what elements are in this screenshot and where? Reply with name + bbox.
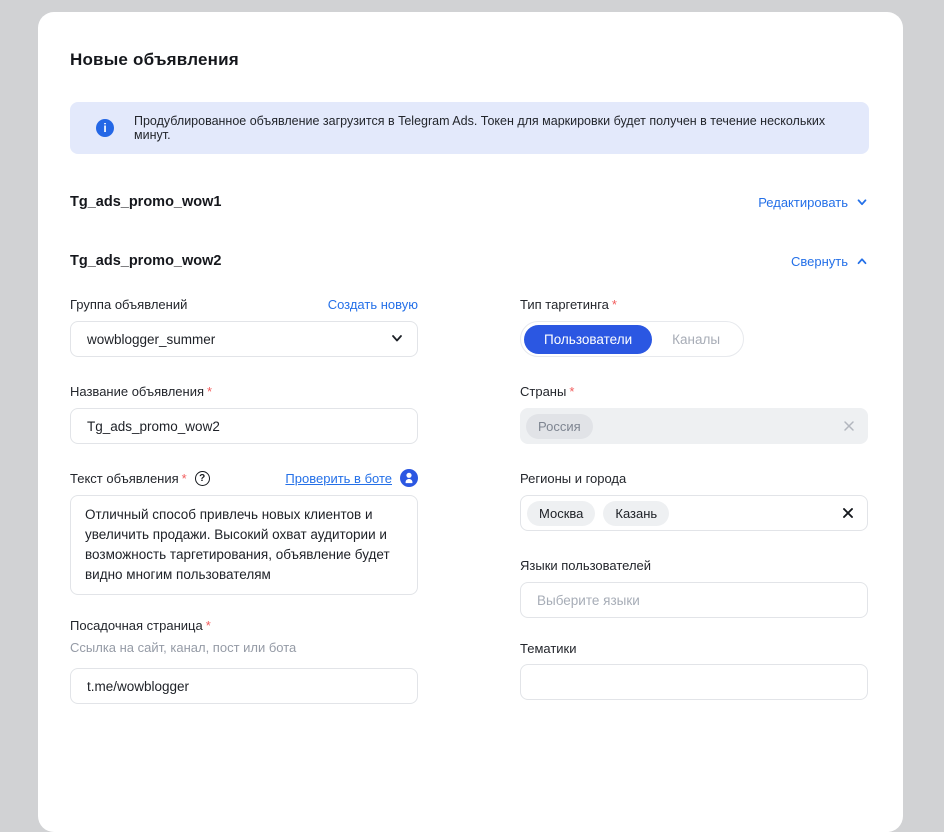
ad-name-input[interactable]: Tg_ads_promo_wow2 bbox=[70, 408, 418, 444]
ad-text-field: Текст объявления* ? Проверить в боте Отл… bbox=[70, 470, 418, 595]
ad-section-title: Tg_ads_promo_wow1 bbox=[70, 194, 221, 210]
banner-text: Продублированное объявление загрузится в… bbox=[134, 114, 853, 142]
landing-page-label: Посадочная страница* bbox=[70, 618, 211, 633]
region-tag[interactable]: Москва bbox=[527, 501, 595, 526]
chevron-down-icon bbox=[855, 195, 869, 209]
help-icon[interactable]: ? bbox=[195, 471, 210, 486]
regions-field: Регионы и города Москва Казань bbox=[520, 470, 868, 531]
landing-page-value: t.me/wowblogger bbox=[87, 679, 189, 694]
regions-label: Регионы и города bbox=[520, 471, 626, 486]
required-mark: * bbox=[207, 384, 212, 399]
info-icon: i bbox=[96, 119, 114, 137]
ad-section-title: Tg_ads_promo_wow2 bbox=[70, 253, 221, 269]
languages-field: Языки пользователей Выберите языки bbox=[520, 557, 868, 618]
ad-group-label: Группа объявлений bbox=[70, 297, 187, 312]
landing-page-field: Посадочная страница* Ссылка на сайт, кан… bbox=[70, 617, 418, 704]
regions-input[interactable]: Москва Казань bbox=[520, 495, 868, 531]
region-tag[interactable]: Казань bbox=[603, 501, 669, 526]
ad-name-field: Название объявления* Tg_ads_promo_wow2 bbox=[70, 383, 418, 444]
create-new-group-link[interactable]: Создать новую bbox=[328, 297, 418, 312]
topics-label: Тематики bbox=[520, 641, 577, 656]
landing-page-input[interactable]: t.me/wowblogger bbox=[70, 668, 418, 704]
ad-name-label: Название объявления* bbox=[70, 384, 212, 399]
languages-input[interactable]: Выберите языки bbox=[520, 582, 868, 618]
required-mark: * bbox=[182, 471, 187, 486]
edit-link[interactable]: Редактировать bbox=[758, 195, 869, 210]
targeting-type-toggle: Пользователи Каналы bbox=[520, 321, 744, 357]
required-mark: * bbox=[612, 297, 617, 312]
topics-input[interactable] bbox=[520, 664, 868, 700]
form-right-column: Тип таргетинга* Пользователи Каналы Стра… bbox=[520, 296, 868, 726]
check-in-bot-link[interactable]: Проверить в боте bbox=[285, 471, 392, 486]
countries-field: Страны* Россия bbox=[520, 383, 868, 444]
ad-group-field: Группа объявлений Создать новую wowblogg… bbox=[70, 296, 418, 357]
chevron-up-icon bbox=[855, 254, 869, 268]
required-mark: * bbox=[569, 384, 574, 399]
countries-label: Страны* bbox=[520, 384, 574, 399]
clear-countries-icon[interactable] bbox=[842, 419, 856, 433]
info-banner: i Продублированное объявление загрузится… bbox=[70, 102, 869, 154]
topics-field: Тематики bbox=[520, 640, 868, 700]
landing-page-hint: Ссылка на сайт, канал, пост или бота bbox=[70, 640, 418, 655]
ad-group-select[interactable]: wowblogger_summer bbox=[70, 321, 418, 357]
page-title: Новые объявления bbox=[70, 50, 869, 70]
languages-label: Языки пользователей bbox=[520, 558, 651, 573]
clear-regions-icon[interactable] bbox=[841, 506, 855, 520]
countries-input[interactable]: Россия bbox=[520, 408, 868, 444]
country-tag: Россия bbox=[526, 414, 593, 439]
main-card: Новые объявления i Продублированное объя… bbox=[38, 12, 903, 832]
collapse-link-label: Свернуть bbox=[791, 254, 848, 269]
ad-form: Группа объявлений Создать новую wowblogg… bbox=[70, 296, 869, 730]
toggle-option-users[interactable]: Пользователи bbox=[524, 325, 652, 354]
bot-icon[interactable] bbox=[400, 469, 418, 487]
collapse-link[interactable]: Свернуть bbox=[791, 254, 869, 269]
languages-placeholder: Выберите языки bbox=[537, 593, 640, 608]
ad-text-textarea[interactable]: Отличный способ привлечь новых клиентов … bbox=[70, 495, 418, 595]
toggle-option-channels[interactable]: Каналы bbox=[652, 325, 740, 354]
ad-text-label: Текст объявления* bbox=[70, 471, 187, 486]
ad-name-value: Tg_ads_promo_wow2 bbox=[87, 419, 220, 434]
targeting-type-label: Тип таргетинга* bbox=[520, 297, 617, 312]
edit-link-label: Редактировать bbox=[758, 195, 848, 210]
ad-section-expanded: Tg_ads_promo_wow2 Свернуть bbox=[70, 253, 869, 269]
form-left-column: Группа объявлений Создать новую wowblogg… bbox=[70, 296, 418, 730]
required-mark: * bbox=[206, 618, 211, 633]
targeting-type-field: Тип таргетинга* Пользователи Каналы bbox=[520, 296, 868, 357]
ad-section-collapsed: Tg_ads_promo_wow1 Редактировать bbox=[70, 194, 869, 210]
ad-group-select-value: wowblogger_summer bbox=[87, 332, 215, 347]
chevron-down-icon bbox=[389, 330, 405, 349]
